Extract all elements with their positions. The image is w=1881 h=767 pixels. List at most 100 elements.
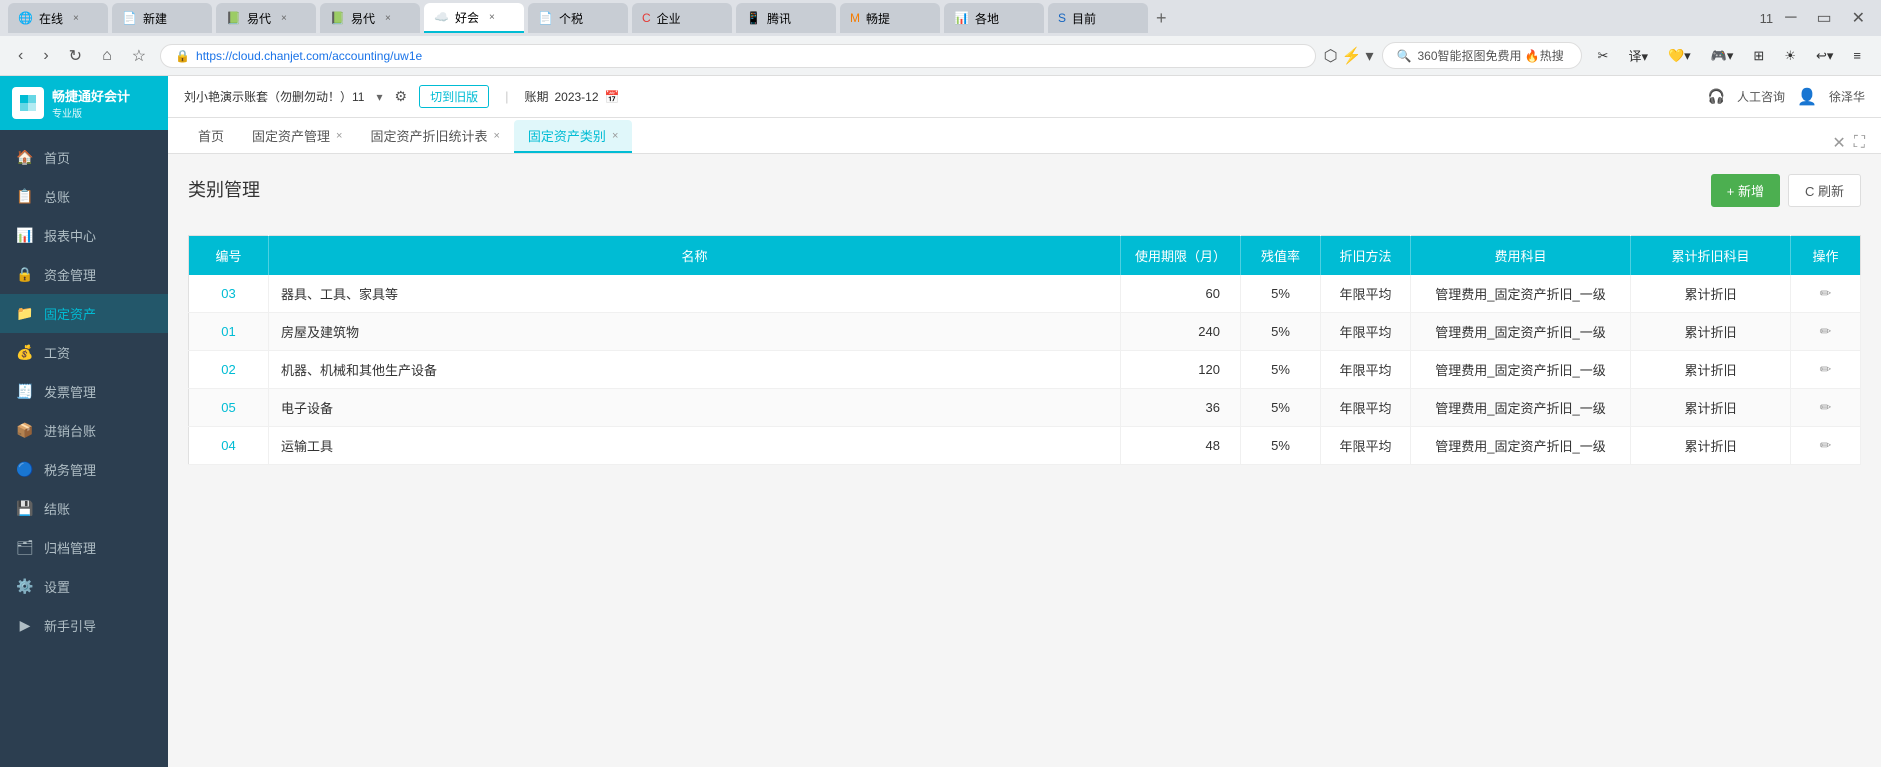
- browser-tab-9[interactable]: M 畅提: [840, 3, 940, 33]
- switch-version-button[interactable]: 切到旧版: [419, 85, 489, 108]
- cell-action[interactable]: ✏: [1791, 313, 1861, 351]
- cell-action[interactable]: ✏: [1791, 275, 1861, 313]
- tab-close-5[interactable]: ×: [489, 12, 495, 23]
- col-header-method: 折旧方法: [1321, 236, 1411, 276]
- cell-period: 60: [1121, 275, 1241, 313]
- home-button[interactable]: ⌂: [96, 43, 118, 69]
- sidebar-item-guide[interactable]: ▶ 新手引导: [0, 606, 168, 645]
- sidebar-label-checkout: 结账: [44, 499, 70, 518]
- sidebar-item-salary[interactable]: 💰 工资: [0, 333, 168, 372]
- period-label: 账期: [524, 88, 548, 105]
- sidebar-item-fixed-assets[interactable]: 📁 固定资产: [0, 294, 168, 333]
- main-content: 刘小艳演示账套（勿删勿动！）11 ▾ ⚙ 切到旧版 | 账期 2023-12 📅…: [168, 76, 1881, 767]
- avatar-icon: 👤: [1797, 87, 1817, 107]
- calendar-icon[interactable]: 📅: [605, 90, 620, 104]
- sidebar-item-inventory[interactable]: 📦 进销台账: [0, 411, 168, 450]
- add-button[interactable]: + 新增: [1711, 174, 1780, 207]
- sidebar: 畅捷通好会计 专业版 🏠 首页 📋 总账 📊 报表中心 🔒 资金管理 �: [0, 76, 168, 767]
- browser-tab-6[interactable]: 📄 个税: [528, 3, 628, 33]
- page-tab-home[interactable]: 首页: [184, 120, 238, 153]
- cell-period: 36: [1121, 389, 1241, 427]
- tab-close-1[interactable]: ×: [73, 13, 79, 24]
- ledger-icon: 📋: [16, 188, 34, 206]
- sidebar-item-ledger[interactable]: 📋 总账: [0, 177, 168, 216]
- edit-icon[interactable]: ✏: [1820, 399, 1832, 415]
- inventory-icon: 📦: [16, 422, 34, 440]
- browser-tab-8[interactable]: 📱 腾讯: [736, 3, 836, 33]
- forward-button[interactable]: ›: [37, 43, 54, 69]
- refresh-button[interactable]: ↻: [63, 42, 88, 70]
- grid-button[interactable]: ⊞: [1745, 44, 1772, 68]
- col-header-expense: 费用科目: [1411, 236, 1631, 276]
- refresh-btn[interactable]: C 刷新: [1788, 174, 1861, 207]
- browser-tab-3[interactable]: 📗 易代 ×: [216, 3, 316, 33]
- coin-button[interactable]: 💛▾: [1660, 44, 1699, 68]
- sidebar-item-tax[interactable]: 🔵 税务管理: [0, 450, 168, 489]
- close-tab-depreciation[interactable]: ×: [493, 130, 499, 142]
- translate-button[interactable]: 译▾: [1620, 42, 1656, 69]
- close-tab-category[interactable]: ×: [612, 130, 618, 142]
- address-bar[interactable]: 🔒 https://cloud.chanjet.com/accounting/u…: [160, 44, 1316, 68]
- browser-tab-5[interactable]: ☁️ 好会 ×: [424, 3, 524, 33]
- sidebar-item-invoice[interactable]: 🧾 发票管理: [0, 372, 168, 411]
- edit-icon[interactable]: ✏: [1820, 285, 1832, 301]
- url-text: https://cloud.chanjet.com/accounting/uw1…: [196, 49, 422, 63]
- sidebar-item-archive[interactable]: 🗂 归档管理: [0, 528, 168, 567]
- tab-close-3[interactable]: ×: [281, 13, 287, 24]
- table-row: 02 机器、机械和其他生产设备 120 5% 年限平均 管理费用_固定资产折旧_…: [189, 351, 1861, 389]
- cell-expense: 管理费用_固定资产折旧_一级: [1411, 313, 1631, 351]
- settings-gear-button[interactable]: ⚙: [395, 88, 408, 105]
- page-tab-depreciation[interactable]: 固定资产折旧统计表 ×: [356, 120, 513, 153]
- sidebar-item-home[interactable]: 🏠 首页: [0, 138, 168, 177]
- tab-close-4[interactable]: ×: [385, 13, 391, 24]
- window-close[interactable]: ✕: [1844, 6, 1873, 30]
- cell-period: 48: [1121, 427, 1241, 465]
- sidebar-label-archive: 归档管理: [44, 538, 96, 557]
- edit-icon[interactable]: ✏: [1820, 361, 1832, 377]
- expand-panel-button[interactable]: ⛶: [1854, 134, 1865, 152]
- page-tab-fixed-asset-mgmt[interactable]: 固定资产管理 ×: [238, 120, 356, 153]
- page-tab-category[interactable]: 固定资产类别 ×: [514, 120, 632, 153]
- sidebar-item-settings[interactable]: ⚙️ 设置: [0, 567, 168, 606]
- service-label[interactable]: 人工咨询: [1737, 88, 1785, 105]
- sidebar-label-ledger: 总账: [44, 187, 70, 206]
- window-restore[interactable]: ▭: [1808, 6, 1839, 30]
- window-minimize[interactable]: ─: [1777, 7, 1804, 29]
- cell-accumulated: 累计折旧: [1631, 351, 1791, 389]
- sidebar-item-funds[interactable]: 🔒 资金管理: [0, 255, 168, 294]
- menu-button[interactable]: ≡: [1845, 44, 1869, 67]
- browser-tab-11[interactable]: S 目前: [1048, 3, 1148, 33]
- new-tab-button[interactable]: +: [1152, 8, 1171, 29]
- cell-action[interactable]: ✏: [1791, 351, 1861, 389]
- browser-tab-4[interactable]: 📗 易代 ×: [320, 3, 420, 33]
- tab-label: 好会: [455, 9, 479, 26]
- browser-tab-bar: 🌐 在线 × 📄 新建 📗 易代 × 📗 易代 × ☁️ 好会 × 📄 个税 C…: [0, 0, 1881, 36]
- edit-icon[interactable]: ✏: [1820, 437, 1832, 453]
- bookmark-button[interactable]: ☆: [126, 42, 152, 70]
- browser-tab-2[interactable]: 📄 新建: [112, 3, 212, 33]
- cell-action[interactable]: ✏: [1791, 389, 1861, 427]
- sidebar-item-reports[interactable]: 📊 报表中心: [0, 216, 168, 255]
- close-panel-button[interactable]: ✕: [1832, 133, 1845, 153]
- cut-button[interactable]: ✂: [1590, 44, 1617, 68]
- tab-label: 在线: [39, 10, 63, 27]
- browser-tab-10[interactable]: 📊 各地: [944, 3, 1044, 33]
- cell-action[interactable]: ✏: [1791, 427, 1861, 465]
- browser-tab-7[interactable]: C 企业: [632, 3, 732, 33]
- undo-button[interactable]: ↩▾: [1808, 44, 1841, 68]
- tax-icon: 🔵: [16, 461, 34, 479]
- search-bar[interactable]: 🔍 360智能抠图免费用 🔥热搜: [1382, 42, 1582, 69]
- tab-label: 目前: [1072, 10, 1096, 27]
- sidebar-item-checkout[interactable]: 💾 结账: [0, 489, 168, 528]
- close-tab-mgmt[interactable]: ×: [336, 130, 342, 142]
- browser-tab-1[interactable]: 🌐 在线 ×: [8, 3, 108, 33]
- cell-expense: 管理费用_固定资产折旧_一级: [1411, 351, 1631, 389]
- edit-icon[interactable]: ✏: [1820, 323, 1832, 339]
- brightness-button[interactable]: ☀: [1776, 44, 1804, 68]
- dropdown-icon[interactable]: ▾: [1366, 46, 1374, 66]
- table-row: 04 运输工具 48 5% 年限平均 管理费用_固定资产折旧_一级 累计折旧 ✏: [189, 427, 1861, 465]
- dropdown-arrow[interactable]: ▾: [376, 90, 382, 104]
- ssl-icon: 🔒: [175, 49, 190, 63]
- back-button[interactable]: ‹: [12, 43, 29, 69]
- game-button[interactable]: 🎮▾: [1703, 44, 1742, 68]
